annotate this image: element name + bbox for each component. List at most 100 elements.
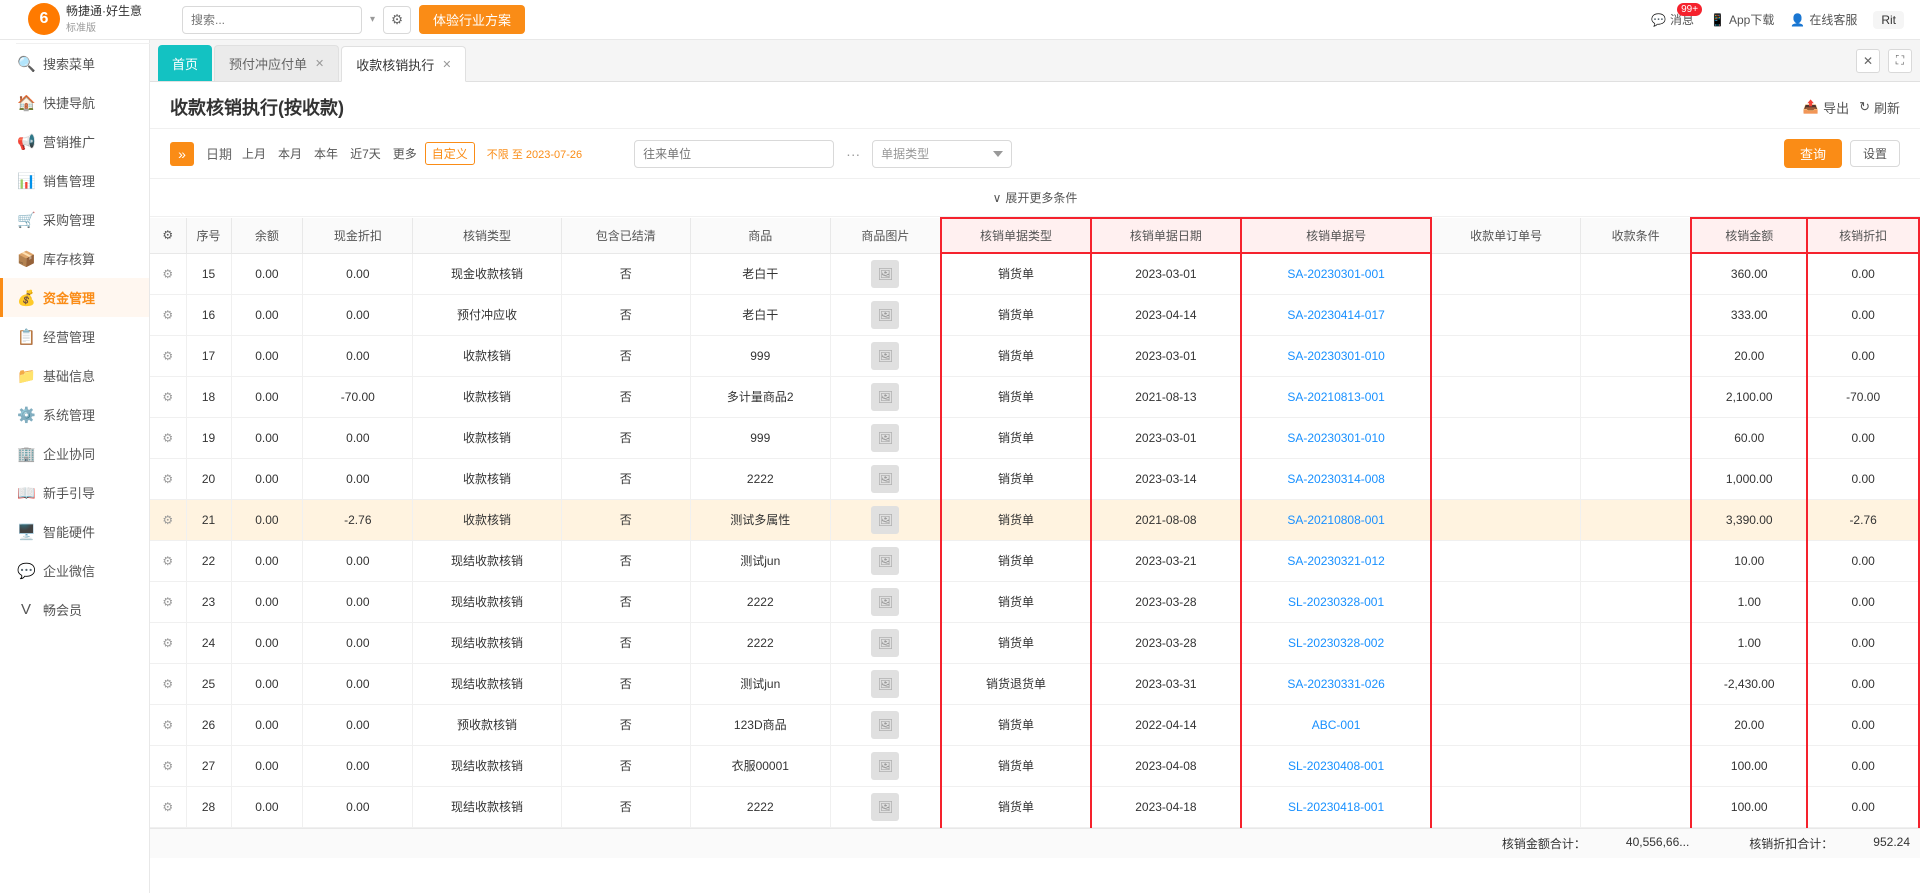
- td-bill-voucher-no[interactable]: SA-20210808-001: [1241, 499, 1431, 540]
- td-num: 27: [186, 745, 231, 786]
- bill-voucher-no-link[interactable]: ABC-001: [1312, 718, 1361, 732]
- td-bill-voucher-no[interactable]: ABC-001: [1241, 704, 1431, 745]
- sidebar-item-sales[interactable]: 📊 销售管理: [0, 161, 149, 200]
- online-service-btn[interactable]: 👤 在线客服: [1790, 11, 1857, 28]
- td-bill-voucher-no[interactable]: SL-20230408-001: [1241, 745, 1431, 786]
- th-settings[interactable]: ⚙: [150, 218, 186, 253]
- td-settings[interactable]: ⚙: [150, 253, 186, 294]
- tab-home[interactable]: 首页: [158, 45, 212, 81]
- tab-maximize-btn[interactable]: ⛶: [1888, 49, 1912, 73]
- last-month-btn[interactable]: 上月: [238, 143, 270, 164]
- filter-settings-btn[interactable]: 设置: [1850, 140, 1900, 167]
- bill-voucher-no-link[interactable]: SA-20230301-001: [1287, 267, 1384, 281]
- table-row: ⚙ 19 0.00 0.00 收款核销 否 999 🖼 销货单 2023-03-…: [150, 417, 1919, 458]
- td-bill-voucher-no[interactable]: SA-20230414-017: [1241, 294, 1431, 335]
- refresh-btn[interactable]: ↻ 刷新: [1859, 98, 1900, 117]
- sidebar-item-vip[interactable]: V 畅会员: [0, 590, 149, 629]
- sidebar-item-purchase[interactable]: 🛒 采购管理: [0, 200, 149, 239]
- bill-voucher-no-link[interactable]: SA-20230331-026: [1287, 677, 1384, 691]
- expand-filter-btn[interactable]: »: [170, 142, 194, 166]
- sidebar-item-operation[interactable]: 📋 经营管理: [0, 317, 149, 356]
- bill-type-select[interactable]: 单据类型: [872, 140, 1012, 168]
- tab-prepay[interactable]: 预付冲应付单 ✕: [214, 45, 339, 81]
- bill-voucher-no-link[interactable]: SA-20230414-017: [1287, 308, 1384, 322]
- sidebar-item-quick-nav[interactable]: 🏠 快捷导航: [0, 83, 149, 122]
- td-writeoff-discount: 0.00: [1807, 417, 1919, 458]
- td-bill-voucher-no[interactable]: SL-20230418-001: [1241, 786, 1431, 827]
- sidebar-item-finance[interactable]: 💰 资金管理: [0, 278, 149, 317]
- sidebar-item-system[interactable]: ⚙️ 系统管理: [0, 395, 149, 434]
- tab-bar-actions: ✕ ⛶: [1856, 49, 1912, 73]
- sidebar-item-marketing[interactable]: 📢 营销推广: [0, 122, 149, 161]
- search-dropdown-icon[interactable]: ▾: [370, 14, 375, 25]
- sidebar-item-hardware[interactable]: 🖥️ 智能硬件: [0, 512, 149, 551]
- td-bill-voucher-no[interactable]: SA-20230314-008: [1241, 458, 1431, 499]
- tab-collection[interactable]: 收款核销执行 ✕: [341, 46, 466, 82]
- tab-close-btn[interactable]: ✕: [1856, 49, 1880, 73]
- search-input[interactable]: [182, 6, 362, 34]
- bill-voucher-no-link[interactable]: SL-20230328-002: [1288, 636, 1384, 650]
- td-settings[interactable]: ⚙: [150, 376, 186, 417]
- bill-voucher-no-link[interactable]: SA-20210813-001: [1287, 390, 1384, 404]
- message-btn[interactable]: 💬 消息 99+: [1651, 11, 1694, 28]
- partner-input[interactable]: [634, 140, 834, 168]
- td-writeoff-amount: 1.00: [1691, 622, 1807, 663]
- bill-voucher-no-link[interactable]: SA-20230301-010: [1287, 349, 1384, 363]
- solution-btn[interactable]: 体验行业方案: [419, 5, 525, 34]
- td-settings[interactable]: ⚙: [150, 294, 186, 335]
- td-writeoff-discount: 0.00: [1807, 622, 1919, 663]
- app-download-btn[interactable]: 📱 App下载: [1710, 11, 1774, 28]
- td-settings[interactable]: ⚙: [150, 540, 186, 581]
- collection-tab-close-icon[interactable]: ✕: [442, 58, 451, 71]
- td-bill-voucher-no[interactable]: SL-20230328-001: [1241, 581, 1431, 622]
- sidebar-item-wechat[interactable]: 💬 企业微信: [0, 551, 149, 590]
- bill-voucher-no-link[interactable]: SL-20230328-001: [1288, 595, 1384, 609]
- td-bill-voucher-no[interactable]: SA-20230301-010: [1241, 417, 1431, 458]
- td-settings[interactable]: ⚙: [150, 499, 186, 540]
- settings-icon-btn[interactable]: ⚙: [383, 6, 411, 34]
- td-bill-voucher-no[interactable]: SA-20230331-026: [1241, 663, 1431, 704]
- td-cash-discount: 0.00: [303, 253, 413, 294]
- bill-voucher-no-link[interactable]: SA-20230314-008: [1287, 472, 1384, 486]
- td-bill-voucher-no[interactable]: SA-20230321-012: [1241, 540, 1431, 581]
- export-btn[interactable]: 📤 导出: [1803, 98, 1849, 117]
- bill-voucher-no-link[interactable]: SA-20230301-010: [1287, 431, 1384, 445]
- bill-voucher-no-link[interactable]: SA-20230321-012: [1287, 554, 1384, 568]
- more-date-btn[interactable]: 更多: [389, 143, 421, 164]
- user-name[interactable]: Rit: [1873, 11, 1904, 29]
- td-settings[interactable]: ⚙: [150, 458, 186, 499]
- query-btn[interactable]: 查询: [1784, 139, 1842, 168]
- td-bill-voucher-no[interactable]: SA-20230301-001: [1241, 253, 1431, 294]
- td-settings[interactable]: ⚙: [150, 786, 186, 827]
- td-receipt-condition: [1580, 294, 1691, 335]
- sidebar-item-guide[interactable]: 📖 新手引导: [0, 473, 149, 512]
- last-7days-btn[interactable]: 近7天: [346, 143, 385, 164]
- partner-more-icon[interactable]: ···: [846, 146, 860, 162]
- expand-conditions-btn[interactable]: ∨ 展开更多条件: [993, 183, 1078, 212]
- td-settings[interactable]: ⚙: [150, 663, 186, 704]
- prepay-tab-close-icon[interactable]: ✕: [315, 57, 324, 70]
- td-bill-voucher-no[interactable]: SA-20230301-010: [1241, 335, 1431, 376]
- bill-voucher-no-link[interactable]: SL-20230418-001: [1288, 800, 1384, 814]
- td-balance: 0.00: [231, 786, 303, 827]
- this-year-btn[interactable]: 本年: [310, 143, 342, 164]
- sidebar-item-inventory[interactable]: 📦 库存核算: [0, 239, 149, 278]
- td-bill-voucher-no[interactable]: SA-20210813-001: [1241, 376, 1431, 417]
- td-settings[interactable]: ⚙: [150, 417, 186, 458]
- bill-voucher-no-link[interactable]: SL-20230408-001: [1288, 759, 1384, 773]
- bill-voucher-no-link[interactable]: SA-20210808-001: [1287, 513, 1384, 527]
- custom-date-btn[interactable]: 自定义: [425, 142, 475, 165]
- td-settings[interactable]: ⚙: [150, 622, 186, 663]
- td-bill-voucher-no[interactable]: SL-20230328-002: [1241, 622, 1431, 663]
- sidebar-item-enterprise[interactable]: 🏢 企业协同: [0, 434, 149, 473]
- td-settings[interactable]: ⚙: [150, 335, 186, 376]
- td-settings[interactable]: ⚙: [150, 581, 186, 622]
- td-settings[interactable]: ⚙: [150, 745, 186, 786]
- td-settings[interactable]: ⚙: [150, 704, 186, 745]
- sidebar-item-basic[interactable]: 📁 基础信息: [0, 356, 149, 395]
- sidebar-item-search-menu[interactable]: 🔍 搜索菜单: [0, 44, 149, 83]
- table-container[interactable]: ⚙ 序号 余额 现金折扣 核销类型 包含已结清 商品 商品图片 核销单据类型 核…: [150, 217, 1920, 893]
- table-row: ⚙ 17 0.00 0.00 收款核销 否 999 🖼 销货单 2023-03-…: [150, 335, 1919, 376]
- this-month-btn[interactable]: 本月: [274, 143, 306, 164]
- logo-icon: 6: [28, 3, 60, 35]
